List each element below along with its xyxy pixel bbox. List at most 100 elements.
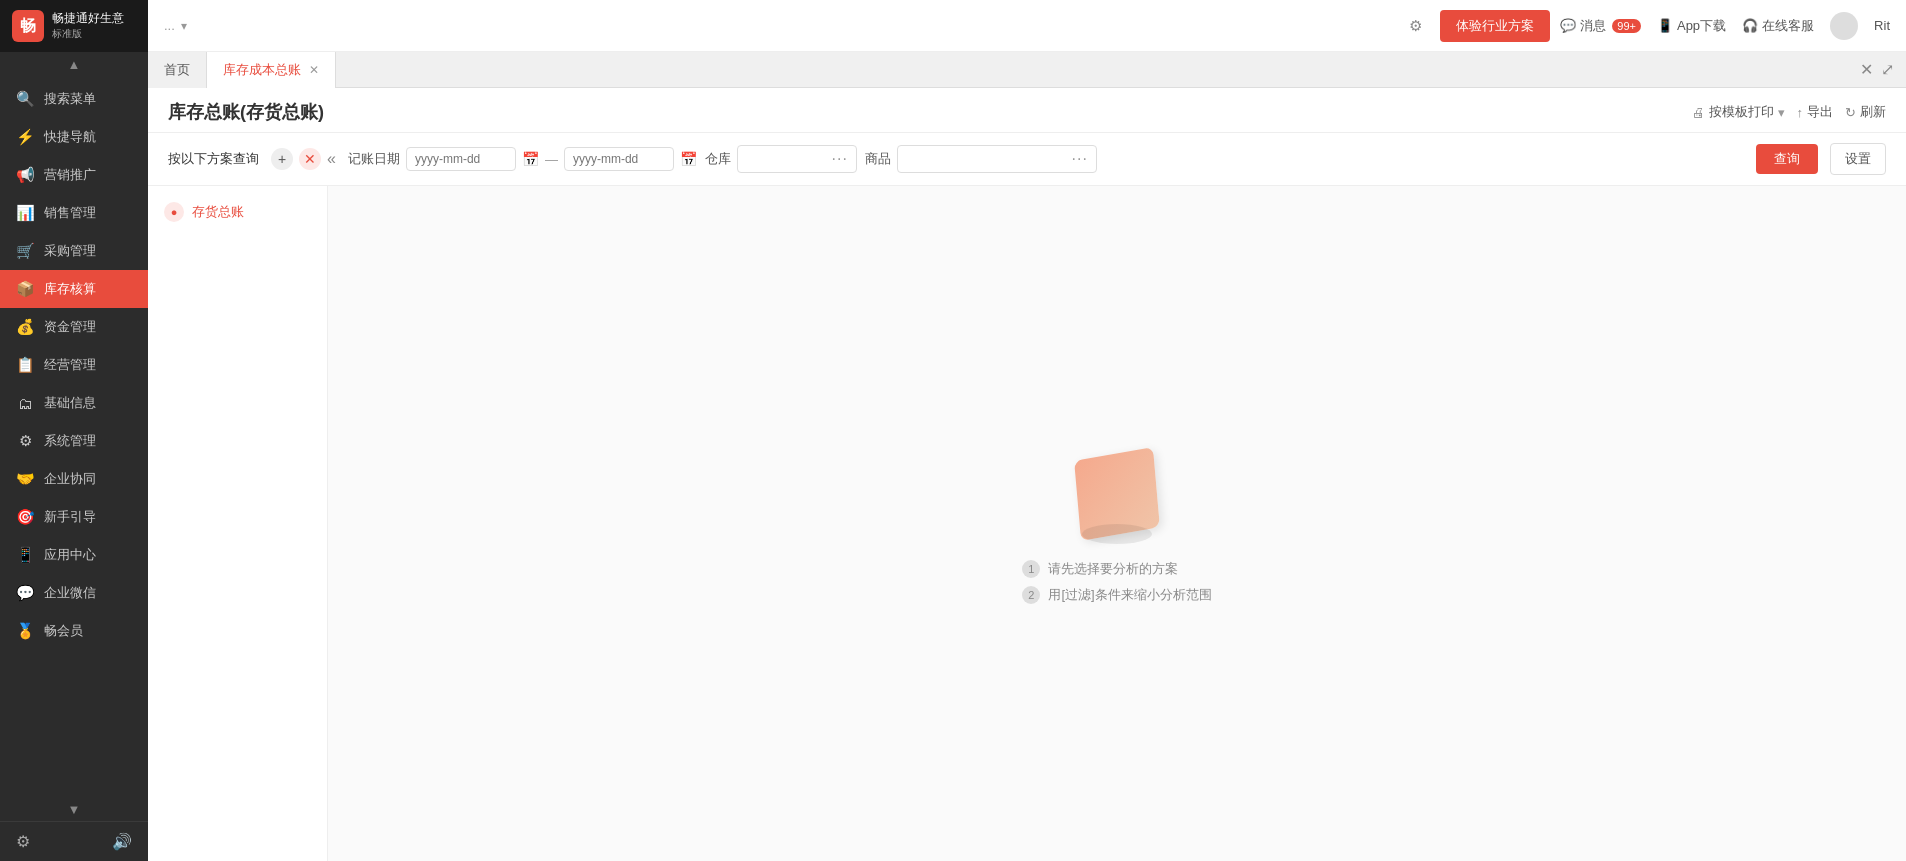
online-support-action[interactable]: 🎧 在线客服 [1742, 17, 1814, 35]
topbar: ... ▾ ⚙ 体验行业方案 💬 消息 99+ 📱 App下载 🎧 在线客服 R… [148, 0, 1906, 52]
empty-state: 1 请先选择要分析的方案 2 用[过滤]条件来缩小分析范围 [1022, 444, 1211, 604]
breadcrumb-arrow-icon: ▾ [181, 19, 187, 33]
filter-add-btn[interactable]: + [271, 148, 293, 170]
main-content: ... ▾ ⚙ 体验行业方案 💬 消息 99+ 📱 App下载 🎧 在线客服 R… [148, 0, 1906, 861]
sidebar-item-finance[interactable]: 💰 资金管理 [0, 308, 148, 346]
sidebar-item-app-center[interactable]: 📱 应用中心 [0, 536, 148, 574]
tabbar-close-icon[interactable]: ✕ [1860, 60, 1873, 79]
speaker-icon[interactable]: 🔊 [112, 832, 132, 851]
export-btn[interactable]: ↑ 导出 [1797, 103, 1834, 121]
content-area: ● 存货总账 1 请先选择要分析的方案 [148, 186, 1906, 861]
sidebar-item-member[interactable]: 🏅 畅会员 [0, 612, 148, 650]
sidebar-bottom: ⚙ 🔊 [0, 821, 148, 861]
empty-hints: 1 请先选择要分析的方案 2 用[过滤]条件来缩小分析范围 [1022, 560, 1211, 604]
page-header-actions: 🖨 按模板打印 ▾ ↑ 导出 ↻ 刷新 [1692, 103, 1887, 121]
sidebar-item-system[interactable]: ⚙ 系统管理 [0, 422, 148, 460]
sidebar-item-enterprise[interactable]: 🤝 企业协同 [0, 460, 148, 498]
operations-icon: 📋 [16, 356, 34, 374]
sidebar-logo: 畅 畅捷通好生意 标准版 [0, 0, 148, 52]
inventory-icon: 📦 [16, 280, 34, 298]
date-filter-group: 记账日期 📅 — 📅 [348, 147, 697, 171]
finance-icon: 💰 [16, 318, 34, 336]
sidebar-item-quick-nav[interactable]: ⚡ 快捷导航 [0, 118, 148, 156]
app-center-icon: 📱 [16, 546, 34, 564]
filter-area: 按以下方案查询 + ✕ « 记账日期 📅 — 📅 仓库 [148, 133, 1906, 186]
app-logo-icon: 畅 [12, 10, 44, 42]
app-download-action[interactable]: 📱 App下载 [1657, 17, 1726, 35]
query-btn[interactable]: 查询 [1756, 144, 1818, 174]
warehouse-filter-group: 仓库 ··· [705, 145, 857, 173]
message-icon: 💬 [1560, 18, 1576, 33]
sidebar-scroll-up[interactable]: ▲ [0, 52, 148, 76]
data-area: 1 请先选择要分析的方案 2 用[过滤]条件来缩小分析范围 [328, 186, 1906, 861]
enterprise-icon: 🤝 [16, 470, 34, 488]
sidebar-item-wechat[interactable]: 💬 企业微信 [0, 574, 148, 612]
sidebar-item-basic[interactable]: 🗂 基础信息 [0, 384, 148, 422]
marketing-icon: 📢 [16, 166, 34, 184]
system-icon: ⚙ [16, 432, 34, 450]
tabbar: 首页 库存成本总账 ✕ ✕ ⤢ [148, 52, 1906, 88]
user-avatar[interactable] [1830, 12, 1858, 40]
breadcrumb: ... ▾ [164, 18, 1399, 33]
headset-icon: 🎧 [1742, 18, 1758, 33]
date-start-input[interactable] [406, 147, 516, 171]
sidebar: 畅 畅捷通好生意 标准版 ▲ 🔍 搜索菜单 ⚡ 快捷导航 📢 营销推广 📊 销售… [0, 0, 148, 861]
industry-btn[interactable]: 体验行业方案 [1440, 10, 1550, 42]
guide-icon: 🎯 [16, 508, 34, 526]
refresh-icon: ↻ [1845, 105, 1856, 120]
page-title: 库存总账(存货总账) [168, 100, 324, 124]
sidebar-item-inventory[interactable]: 📦 库存核算 [0, 270, 148, 308]
print-dropdown-icon: ▾ [1778, 105, 1785, 120]
filter-collapse-icon[interactable]: « [327, 150, 336, 168]
date-end-input[interactable] [564, 147, 674, 171]
tab-inventory-cost[interactable]: 库存成本总账 ✕ [207, 52, 336, 88]
calendar-start-icon[interactable]: 📅 [522, 151, 539, 167]
print-template-btn[interactable]: 🖨 按模板打印 ▾ [1692, 103, 1785, 121]
date-separator: — [545, 152, 558, 167]
tabbar-expand-icon[interactable]: ⤢ [1881, 60, 1894, 79]
filter-label: 按以下方案查询 [168, 150, 259, 168]
tab-close-icon[interactable]: ✕ [309, 63, 319, 77]
refresh-btn[interactable]: ↻ 刷新 [1845, 103, 1886, 121]
username: Rit [1874, 18, 1890, 33]
topbar-settings-icon[interactable]: ⚙ [1409, 17, 1422, 35]
sidebar-item-operations[interactable]: 📋 经营管理 [0, 346, 148, 384]
sidebar-item-search-menu[interactable]: 🔍 搜索菜单 [0, 80, 148, 118]
sidebar-scroll-down[interactable]: ▼ [0, 797, 148, 821]
goods-select-dots: ··· [1072, 150, 1088, 168]
goods-select[interactable]: ··· [897, 145, 1097, 173]
search-menu-icon: 🔍 [16, 90, 34, 108]
sidebar-item-purchase[interactable]: 🛒 采购管理 [0, 232, 148, 270]
sidebar-item-marketing[interactable]: 📢 营销推广 [0, 156, 148, 194]
message-action[interactable]: 💬 消息 99+ [1560, 17, 1641, 35]
tab-home[interactable]: 首页 [148, 52, 207, 88]
warehouse-select-dots: ··· [832, 150, 848, 168]
print-icon: 🖨 [1692, 105, 1705, 120]
empty-hint-2: 2 用[过滤]条件来缩小分析范围 [1022, 586, 1211, 604]
page-content: 库存总账(存货总账) 🖨 按模板打印 ▾ ↑ 导出 ↻ 刷新 按以下方案查询 [148, 88, 1906, 861]
settings-btn[interactable]: 设置 [1830, 143, 1886, 175]
warehouse-label: 仓库 [705, 150, 731, 168]
settings-bottom-icon[interactable]: ⚙ [16, 832, 30, 851]
goods-filter-group: 商品 ··· [865, 145, 1097, 173]
sidebar-item-guide[interactable]: 🎯 新手引导 [0, 498, 148, 536]
goods-label: 商品 [865, 150, 891, 168]
tabbar-right: ✕ ⤢ [1860, 60, 1906, 79]
topbar-right: 💬 消息 99+ 📱 App下载 🎧 在线客服 Rit [1560, 12, 1890, 40]
app-name: 畅捷通好生意 标准版 [52, 11, 124, 41]
sidebar-item-sales[interactable]: 📊 销售管理 [0, 194, 148, 232]
calendar-end-icon[interactable]: 📅 [680, 151, 697, 167]
filter-row: 记账日期 📅 — 📅 仓库 ··· 商品 [348, 145, 1744, 173]
date-field-label: 记账日期 [348, 150, 400, 168]
warehouse-select[interactable]: ··· [737, 145, 857, 173]
scheme-item-inventory-ledger[interactable]: ● 存货总账 [148, 194, 327, 230]
export-icon: ↑ [1797, 105, 1804, 120]
filter-action-buttons: + ✕ « [271, 148, 336, 170]
empty-illustration [1067, 444, 1167, 544]
purchase-icon: 🛒 [16, 242, 34, 260]
filter-clear-btn[interactable]: ✕ [299, 148, 321, 170]
scheme-icon: ● [164, 202, 184, 222]
empty-box-shadow [1082, 524, 1152, 544]
sales-icon: 📊 [16, 204, 34, 222]
app-download-icon: 📱 [1657, 18, 1673, 33]
